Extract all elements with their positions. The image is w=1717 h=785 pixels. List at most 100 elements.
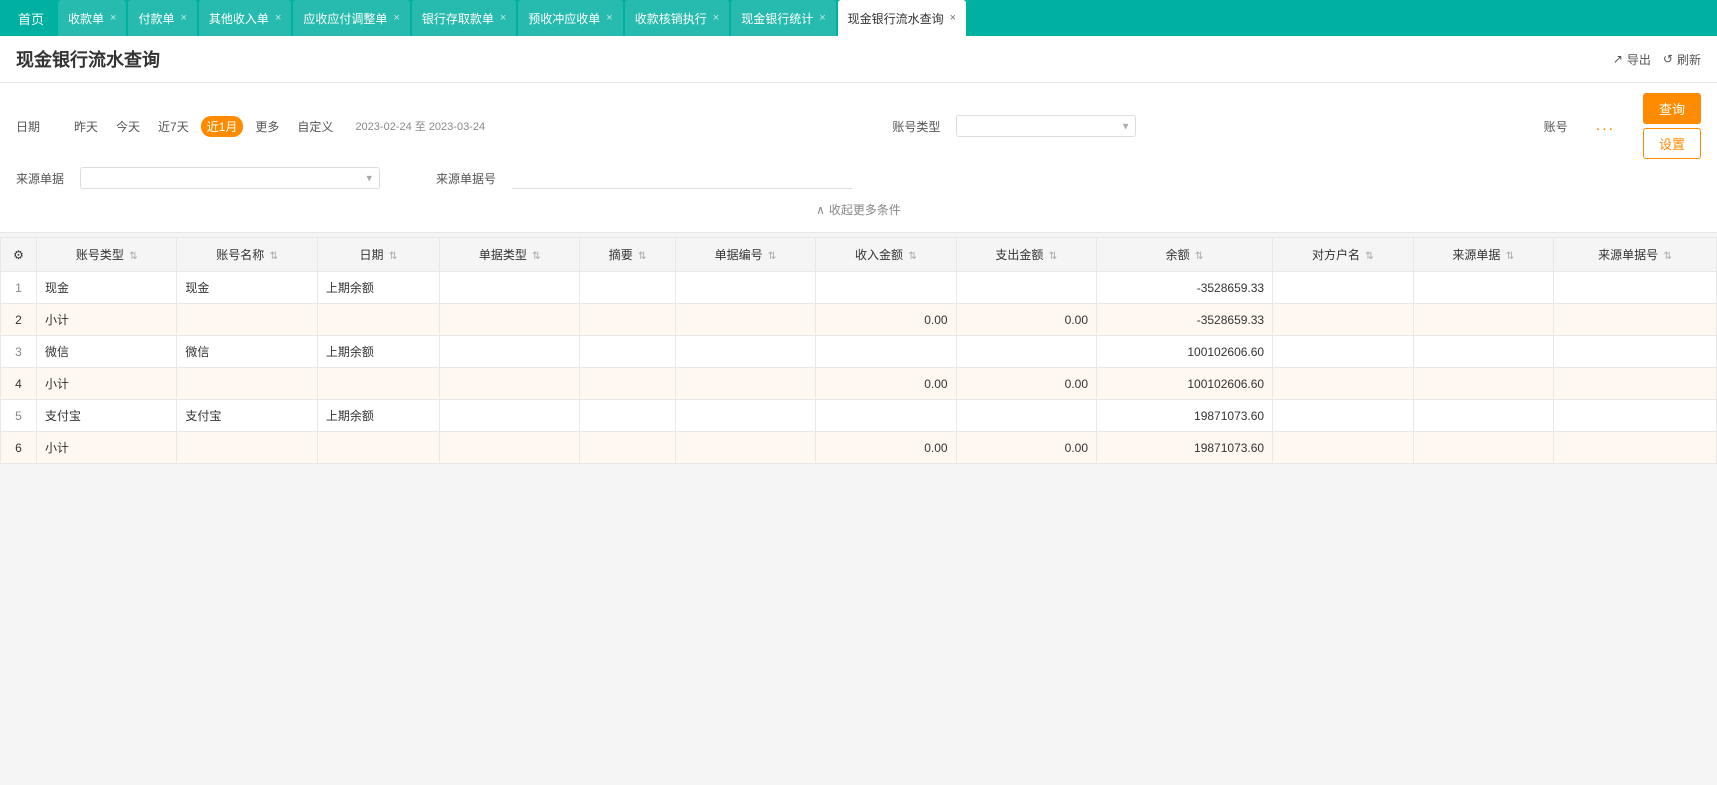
sort-doc-no-icon[interactable]: ⇅ [768, 251, 776, 262]
cell-doc-no [675, 400, 815, 432]
close-tab-payments[interactable]: × [180, 12, 186, 24]
col-doc-no[interactable]: 单据编号 ⇅ [675, 238, 815, 272]
tab-collection-verify[interactable]: 收款核销执行 × [625, 0, 729, 36]
account-type-label: 账号类型 [892, 118, 940, 135]
col-income[interactable]: 收入金额 ⇅ [816, 238, 956, 272]
close-tab-cash-bank-flow[interactable]: × [950, 12, 956, 24]
cell-account-type: 现金 [37, 272, 177, 304]
date-opt-more[interactable]: 更多 [249, 116, 285, 137]
tab-cash-bank-flow[interactable]: 现金银行流水查询 × [838, 0, 966, 36]
tab-receipts[interactable]: 收款单 × [58, 0, 126, 36]
cell-summary [580, 400, 675, 432]
date-range-display: 2023-02-24 至 2023-03-24 [355, 118, 485, 134]
col-doc-type[interactable]: 单据类型 ⇅ [439, 238, 579, 272]
sort-expense-icon[interactable]: ⇅ [1049, 251, 1057, 262]
source-doc-select[interactable] [80, 167, 380, 189]
tab-payments[interactable]: 付款单 × [128, 0, 196, 36]
col-balance[interactable]: 余额 ⇅ [1097, 238, 1273, 272]
sort-account-type-icon[interactable]: ⇅ [129, 251, 137, 262]
col-date-label: 日期 [360, 248, 384, 262]
close-tab-bank-deposit[interactable]: × [500, 12, 506, 24]
cell-source-doc-no [1553, 272, 1716, 304]
date-opt-1month[interactable]: 近1月 [201, 116, 244, 137]
table-row[interactable]: 5 支付宝 支付宝 上期余额 19871073.60 [1, 400, 1717, 432]
cell-balance: -3528659.33 [1097, 304, 1273, 336]
cell-income [816, 400, 956, 432]
cell-doc-no [675, 272, 815, 304]
col-balance-label: 余额 [1166, 248, 1190, 262]
cell-account-name: 微信 [177, 336, 317, 368]
sort-source-doc-no-icon[interactable]: ⇅ [1663, 251, 1671, 262]
sort-doc-type-icon[interactable]: ⇅ [532, 251, 540, 262]
col-source-doc-no[interactable]: 来源单据号 ⇅ [1553, 238, 1716, 272]
date-opt-yesterday[interactable]: 昨天 [68, 116, 104, 137]
sort-source-doc-icon[interactable]: ⇅ [1506, 251, 1514, 262]
date-opt-today[interactable]: 今天 [110, 116, 146, 137]
col-income-label: 收入金额 [855, 248, 903, 262]
cell-doc-no [675, 368, 815, 400]
cell-source-doc [1413, 432, 1553, 464]
query-button[interactable]: 查询 [1643, 93, 1701, 124]
col-account-name[interactable]: 账号名称 ⇅ [177, 238, 317, 272]
cell-index: 1 [1, 272, 37, 304]
table-row[interactable]: 3 微信 微信 上期余额 100102606.60 [1, 336, 1717, 368]
tab-other-income[interactable]: 其他收入单 × [199, 0, 291, 36]
sort-date-icon[interactable]: ⇅ [389, 251, 397, 262]
export-icon: ↗ [1613, 52, 1623, 66]
account-more-dots[interactable]: ... [1596, 117, 1615, 135]
tab-ar-ap-adjust[interactable]: 应收应付调整单 × [293, 0, 409, 36]
table-row[interactable]: 6 小计 0.00 0.00 19871073.60 [1, 432, 1717, 464]
table-row[interactable]: 4 小计 0.00 0.00 100102606.60 [1, 368, 1717, 400]
cell-doc-type [439, 336, 579, 368]
cell-index: 3 [1, 336, 37, 368]
date-opt-7days[interactable]: 近7天 [152, 116, 195, 137]
cell-summary [580, 368, 675, 400]
sort-income-icon[interactable]: ⇅ [908, 251, 916, 262]
table-row[interactable]: 2 小计 0.00 0.00 -3528659.33 [1, 304, 1717, 336]
table-row[interactable]: 1 现金 现金 上期余额 -3528659.33 [1, 272, 1717, 304]
cell-summary [580, 336, 675, 368]
home-tab[interactable]: 首页 [4, 9, 58, 28]
refresh-button[interactable]: ↺ 刷新 [1663, 51, 1701, 68]
cell-income [816, 272, 956, 304]
close-tab-other-income[interactable]: × [275, 12, 281, 24]
settings-button[interactable]: 设置 [1643, 128, 1701, 159]
close-tab-ar-ap-adjust[interactable]: × [393, 12, 399, 24]
col-expense-label: 支出金额 [995, 248, 1043, 262]
col-counterpart-label: 对方户名 [1312, 248, 1360, 262]
tab-cash-bank-stats[interactable]: 现金银行统计 × [731, 0, 835, 36]
tab-bank-deposit[interactable]: 银行存取款单 × [412, 0, 516, 36]
close-tab-cash-bank-stats[interactable]: × [819, 12, 825, 24]
col-summary[interactable]: 摘要 ⇅ [580, 238, 675, 272]
cell-account-type: 小计 [37, 304, 177, 336]
col-date[interactable]: 日期 ⇅ [317, 238, 439, 272]
cell-doc-type [439, 304, 579, 336]
date-opt-custom[interactable]: 自定义 [291, 116, 339, 137]
account-type-select[interactable] [956, 115, 1136, 137]
sort-summary-icon[interactable]: ⇅ [638, 251, 646, 262]
cell-source-doc-no [1553, 368, 1716, 400]
cell-source-doc [1413, 272, 1553, 304]
page-header: 现金银行流水查询 ↗ 导出 ↺ 刷新 [0, 36, 1717, 83]
sort-account-name-icon[interactable]: ⇅ [270, 251, 278, 262]
col-counterpart[interactable]: 对方户名 ⇅ [1273, 238, 1413, 272]
col-settings[interactable]: ⚙ [1, 238, 37, 272]
close-tab-prepayment[interactable]: × [606, 12, 612, 24]
col-expense[interactable]: 支出金额 ⇅ [956, 238, 1096, 272]
source-doc-no-input[interactable] [512, 168, 852, 189]
cell-index: 2 [1, 304, 37, 336]
gear-icon[interactable]: ⚙ [13, 248, 24, 262]
tab-prepayment[interactable]: 预收冲应收单 × [518, 0, 622, 36]
sort-balance-icon[interactable]: ⇅ [1195, 251, 1203, 262]
col-source-doc[interactable]: 来源单据 ⇅ [1413, 238, 1553, 272]
sort-counterpart-icon[interactable]: ⇅ [1365, 251, 1373, 262]
collapse-more-conditions[interactable]: ∧ 收起更多条件 [16, 197, 1701, 222]
cell-account-name: 现金 [177, 272, 317, 304]
col-account-type[interactable]: 账号类型 ⇅ [37, 238, 177, 272]
date-options: 昨天 今天 近7天 近1月 更多 自定义 [68, 116, 339, 137]
cell-source-doc-no [1553, 432, 1716, 464]
close-tab-receipts[interactable]: × [110, 12, 116, 24]
cell-account-name: 支付宝 [177, 400, 317, 432]
export-button[interactable]: ↗ 导出 [1613, 51, 1651, 68]
close-tab-collection-verify[interactable]: × [713, 12, 719, 24]
